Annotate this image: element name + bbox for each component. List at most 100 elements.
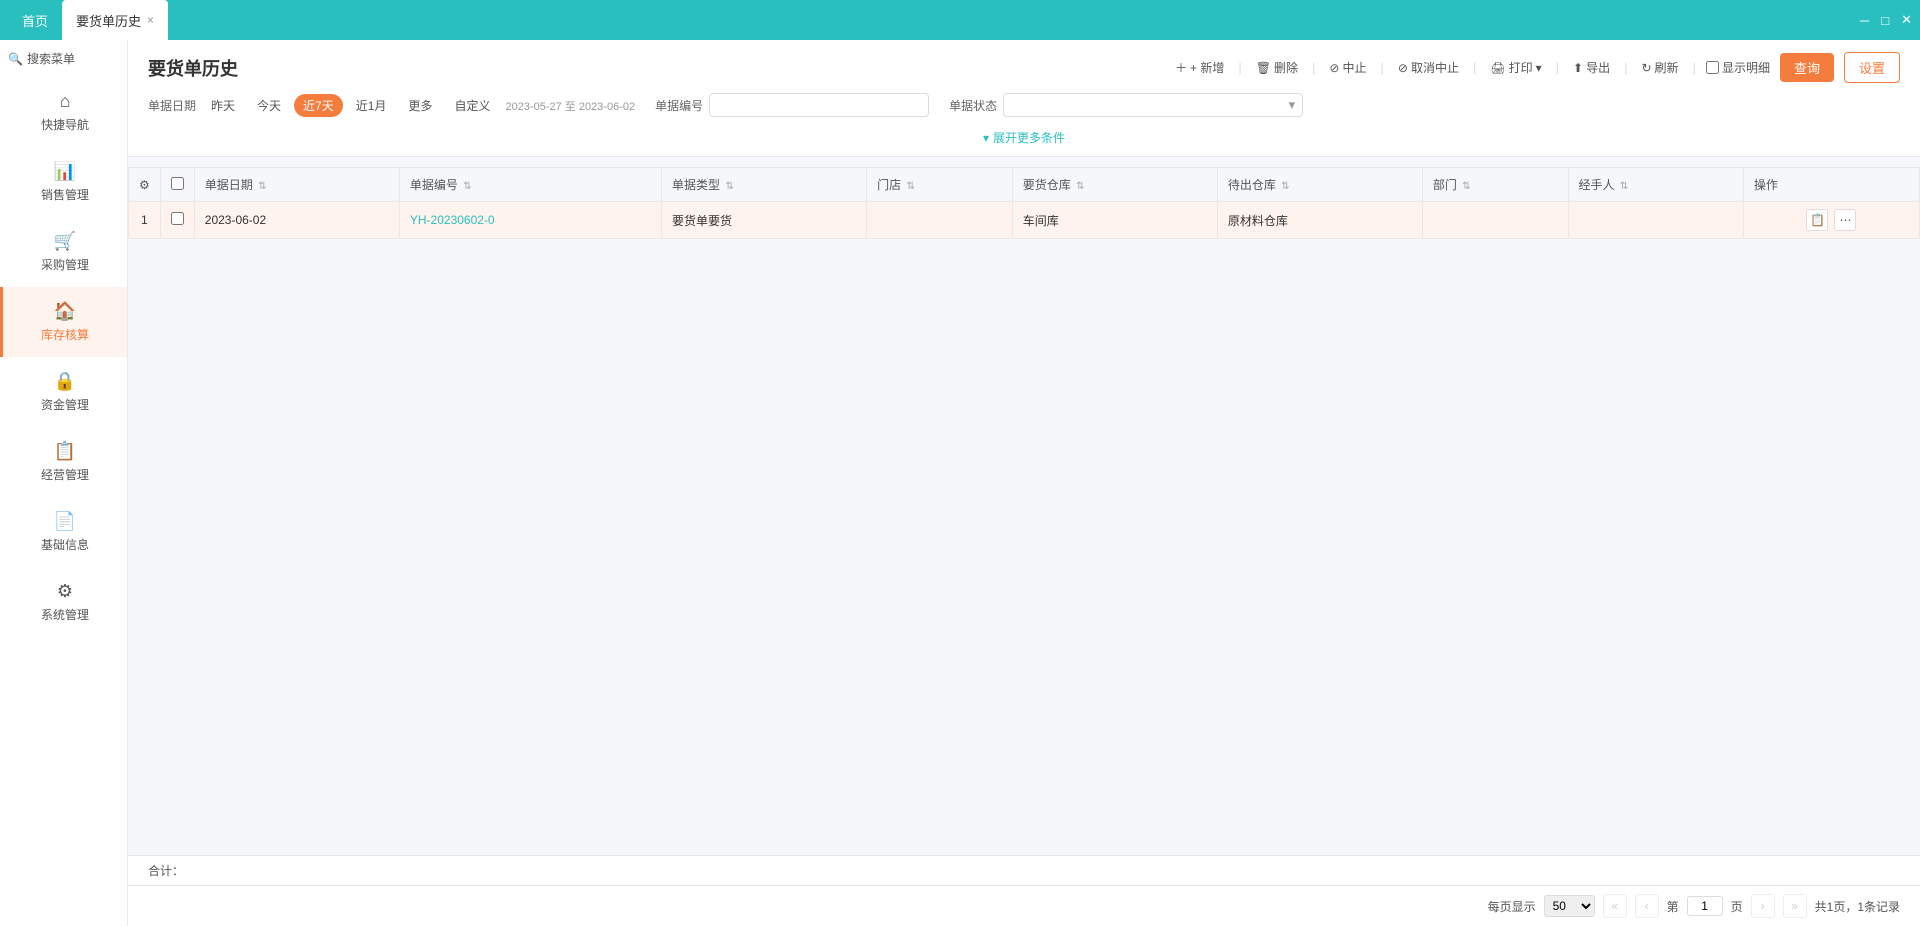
page-input[interactable] <box>1687 896 1723 916</box>
row-operations: 📋 ⋯ <box>1754 209 1909 231</box>
row-seq: 1 <box>129 202 161 239</box>
search-label: 搜索菜单 <box>27 50 75 67</box>
col-pending-warehouse[interactable]: 待出仓库 ⇅ <box>1217 168 1422 202</box>
row-more-button[interactable]: ⋯ <box>1834 209 1856 231</box>
minimize-button[interactable]: ─ <box>1860 13 1869 28</box>
cancel-stop-button[interactable]: ⊘ 取消中止 <box>1394 59 1463 76</box>
date-btn-1month[interactable]: 近1月 <box>347 94 396 117</box>
filter-bar: 单据日期 昨天 今天 近7天 近1月 更多 自定义 2023-05-27 至 2… <box>148 93 1900 156</box>
sidebar-item-label: 采购管理 <box>41 256 89 273</box>
col-type[interactable]: 单据类型 ⇅ <box>661 168 866 202</box>
doc-number-input[interactable] <box>709 93 929 117</box>
sidebar-item-system[interactable]: ⚙ 系统管理 <box>0 567 127 637</box>
delete-button[interactable]: 🗑 删除 <box>1252 59 1302 76</box>
finance-icon: 🔒 <box>54 371 76 392</box>
date-btn-today[interactable]: 今天 <box>248 94 290 117</box>
date-filter-group: 单据日期 昨天 今天 近7天 近1月 更多 自定义 2023-05-27 至 2… <box>148 94 635 117</box>
col-operations-label: 操作 <box>1754 178 1778 192</box>
print-button[interactable]: 🖨 打印 ▾ <box>1486 59 1545 76</box>
col-settings[interactable]: ⚙ <box>129 168 161 202</box>
sidebar-item-inventory[interactable]: 🏠 库存核算 <box>0 287 127 357</box>
sidebar-item-label: 库存核算 <box>41 326 89 343</box>
sidebar-item-label: 销售管理 <box>41 186 89 203</box>
close-button[interactable]: ✕ <box>1901 12 1912 28</box>
date-btn-yesterday[interactable]: 昨天 <box>202 94 244 117</box>
sidebar-item-purchase[interactable]: 🛒 采购管理 <box>0 217 127 287</box>
row-checkbox-cell <box>160 202 194 239</box>
new-btn-label: + 新增 <box>1190 59 1224 76</box>
sidebar-item-basic-info[interactable]: 📄 基础信息 <box>0 497 127 567</box>
page-title-row: 要货单历史 ＋ + 新增 | 🗑 删除 | ⊘ 中止 <box>148 52 1900 83</box>
sidebar-item-label: 经营管理 <box>41 466 89 483</box>
date-btn-more[interactable]: 更多 <box>399 94 441 117</box>
more-icon: ⋯ <box>1839 213 1851 227</box>
col-req-warehouse[interactable]: 要货仓库 ⇅ <box>1012 168 1217 202</box>
sidebar-item-quick-nav[interactable]: ⌂ 快捷导航 <box>0 77 127 147</box>
delete-btn-label: 删除 <box>1274 59 1298 76</box>
col-operations: 操作 <box>1743 168 1919 202</box>
sort-department-icon: ⇅ <box>1462 181 1470 192</box>
stop-button[interactable]: ⊘ 中止 <box>1325 59 1370 76</box>
new-button[interactable]: ＋ + 新增 <box>1171 59 1228 76</box>
per-page-select[interactable]: 50 10 20 100 <box>1544 895 1595 917</box>
show-detail-checkbox[interactable] <box>1706 61 1719 74</box>
quick-nav-icon: ⌂ <box>60 91 71 112</box>
tab-close-icon[interactable]: × <box>147 13 154 27</box>
prev-page-button[interactable]: ‹ <box>1635 894 1659 918</box>
sidebar-item-operations[interactable]: 📋 经营管理 <box>0 427 127 497</box>
col-date[interactable]: 单据日期 ⇅ <box>194 168 399 202</box>
sidebar-item-finance[interactable]: 🔒 资金管理 <box>0 357 127 427</box>
col-department[interactable]: 部门 ⇅ <box>1422 168 1568 202</box>
refresh-button[interactable]: ↻ 刷新 <box>1637 59 1682 76</box>
col-store[interactable]: 门店 ⇅ <box>867 168 1013 202</box>
row-number-link[interactable]: YH-20230602-0 <box>399 202 661 239</box>
export-icon: ⬆ <box>1573 61 1583 75</box>
row-handler <box>1568 202 1743 239</box>
col-req-warehouse-label: 要货仓库 <box>1023 178 1071 192</box>
sidebar-item-sales[interactable]: 📊 销售管理 <box>0 147 127 217</box>
page-label: 第 <box>1667 898 1679 915</box>
row-date: 2023-06-02 <box>194 202 399 239</box>
row-department <box>1422 202 1568 239</box>
inventory-icon: 🏠 <box>54 301 76 322</box>
next-page-button[interactable]: › <box>1751 894 1775 918</box>
col-number[interactable]: 单据编号 ⇅ <box>399 168 661 202</box>
show-detail-label: 显示明细 <box>1722 59 1770 76</box>
tab-home[interactable]: 首页 <box>8 0 62 40</box>
last-page-button[interactable]: » <box>1783 894 1807 918</box>
col-number-label: 单据编号 <box>410 178 458 192</box>
expand-row: ▾ 展开更多条件 <box>148 123 1900 146</box>
query-button[interactable]: 查询 <box>1780 53 1834 82</box>
row-view-button[interactable]: 📋 <box>1806 209 1828 231</box>
content-area: 要货单历史 ＋ + 新增 | 🗑 删除 | ⊘ 中止 <box>128 40 1920 926</box>
show-detail-toggle[interactable]: 显示明细 <box>1706 59 1770 76</box>
maximize-button[interactable]: □ <box>1881 13 1889 28</box>
row-checkbox[interactable] <box>171 212 184 225</box>
tab-requisition-history[interactable]: 要货单历史 × <box>62 0 168 40</box>
status-select[interactable] <box>1003 93 1303 117</box>
summary-label: 合计： <box>148 864 184 878</box>
expand-button[interactable]: ▾ 展开更多条件 <box>983 129 1065 146</box>
date-btn-7days[interactable]: 近7天 <box>294 94 343 117</box>
tab-requisition-history-label: 要货单历史 <box>76 11 141 30</box>
doc-number-label: 单据编号 <box>655 97 703 114</box>
status-label: 单据状态 <box>949 97 997 114</box>
print-icon: 🖨 <box>1490 61 1505 75</box>
stop-btn-label: 中止 <box>1342 59 1366 76</box>
date-btn-custom[interactable]: 自定义 <box>445 94 499 117</box>
export-button[interactable]: ⬆ 导出 <box>1569 59 1614 76</box>
date-range-display: 2023-05-27 至 2023-06-02 <box>505 98 635 114</box>
sidebar-item-label: 快捷导航 <box>41 116 89 133</box>
sort-number-icon: ⇅ <box>463 181 471 192</box>
select-all-checkbox[interactable] <box>171 177 184 190</box>
sort-pending-warehouse-icon: ⇅ <box>1281 181 1289 192</box>
col-handler[interactable]: 经手人 ⇅ <box>1568 168 1743 202</box>
settings-button[interactable]: 设置 <box>1844 52 1900 83</box>
col-checkbox <box>160 168 194 202</box>
first-page-button[interactable]: « <box>1603 894 1627 918</box>
expand-label: 展开更多条件 <box>993 129 1065 146</box>
print-btn-label: 打印 <box>1509 59 1533 76</box>
sidebar-search[interactable]: 🔍 搜索菜单 <box>0 40 127 77</box>
page-label-end: 页 <box>1731 898 1743 915</box>
refresh-btn-label: 刷新 <box>1655 59 1679 76</box>
